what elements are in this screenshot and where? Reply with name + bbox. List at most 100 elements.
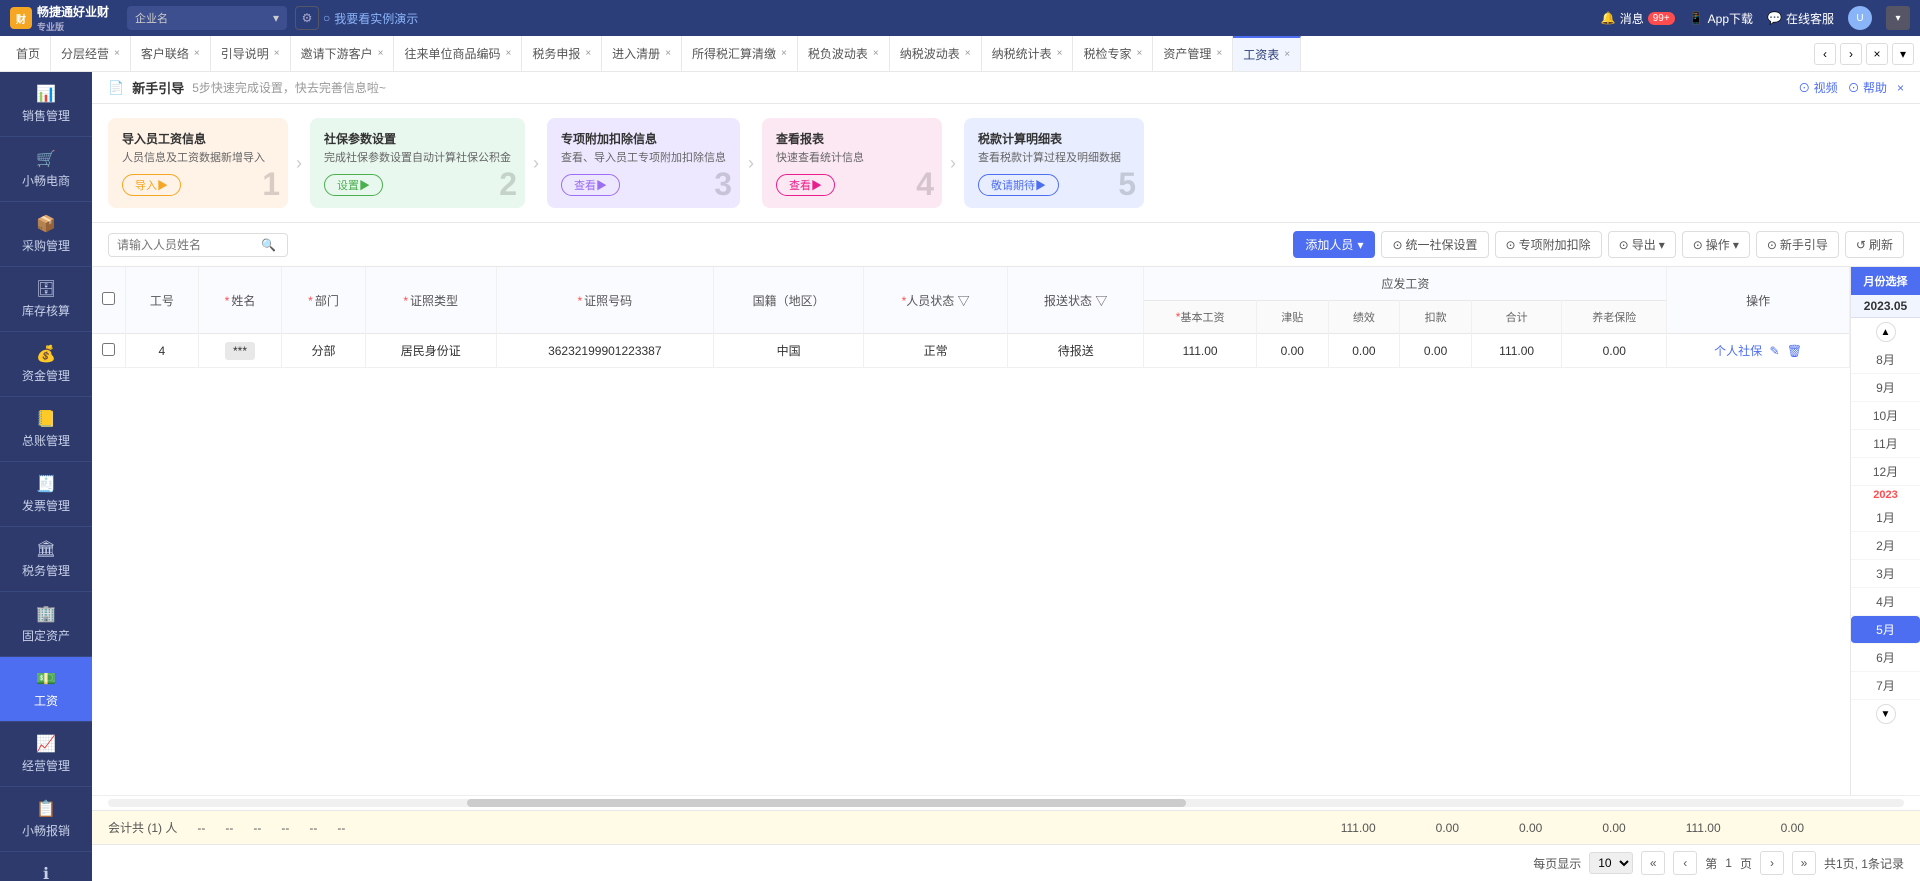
page-size-select[interactable]: 10 20 50 [1589,852,1633,874]
sidebar-item-purchase[interactable]: 📦 采购管理 [0,202,92,267]
social-insurance-btn[interactable]: ⊙ 统一社保设置 [1381,231,1488,258]
step-4-btn[interactable]: 查看▶ [776,174,835,196]
cell-id-type: 居民身份证 [365,334,496,368]
sidebar-item-finance[interactable]: 💰 资金管理 [0,332,92,397]
sidebar-item-salary[interactable]: 💵 工资 [0,657,92,722]
action-delete-icon[interactable]: 🗑 [1787,344,1802,358]
refresh-btn[interactable]: ↺ 刷新 [1845,231,1904,258]
step-3-title: 专项附加扣除信息 [561,130,726,147]
new-guide-btn[interactable]: ⊙ 新手引导 [1756,231,1839,258]
sales-icon: 📊 [6,84,86,104]
guide-help-btn[interactable]: ⊙ 帮助 [1848,79,1887,96]
main-layout: 📊 销售管理 🛒 小畅电商 📦 采购管理 🗄 库存核算 💰 资金管理 📒 总账管… [0,72,1920,881]
tab-next-btn[interactable]: › [1840,43,1862,65]
tab-13[interactable]: 资产管理× [1153,36,1233,72]
page-prev-btn[interactable]: ‹ [1673,851,1697,875]
add-person-btn[interactable]: 添加人员 ▾ [1293,231,1375,258]
guide-video-btn[interactable]: ⊙ 视频 [1798,79,1837,96]
sidebar-item-sales[interactable]: 📊 销售管理 [0,72,92,137]
sidebar-item-management[interactable]: 📈 经营管理 [0,722,92,787]
month-down-btn[interactable]: ▼ [1876,704,1896,724]
operations-btn[interactable]: ⊙ 操作 ▾ [1682,231,1750,258]
cell-work-id: 4 [126,334,199,368]
filter-icon-status[interactable]: ▽ [958,294,970,308]
tab-close-all-btn[interactable]: × [1866,43,1888,65]
tab-5[interactable]: 往来单位商品编码× [394,36,522,72]
demo-label: 我要看实例演示 [334,10,418,27]
sidebar-item-expense[interactable]: 📋 小畅报销 [0,787,92,852]
tab-7[interactable]: 进入清册× [602,36,682,72]
month-item-8[interactable]: 8月 [1851,346,1920,374]
month-item-3[interactable]: 3月 [1851,560,1920,588]
month-item-10[interactable]: 10月 [1851,402,1920,430]
month-item-6[interactable]: 6月 [1851,644,1920,672]
step-3-btn[interactable]: 查看▶ [561,174,620,196]
settings-icon[interactable]: ⚙ [295,6,319,30]
user-menu-btn[interactable]: ▾ [1886,6,1910,30]
page-first-btn[interactable]: « [1641,851,1665,875]
sidebar-item-tax[interactable]: 🏛 税务管理 [0,527,92,592]
sidebar-item-assets[interactable]: 🏢 固定资产 [0,592,92,657]
month-item-11[interactable]: 11月 [1851,430,1920,458]
online-service-btn[interactable]: 💬 在线客服 [1767,10,1834,27]
user-avatar[interactable]: U [1848,6,1872,30]
tab-more-btn[interactable]: ▾ [1892,43,1914,65]
ops-arrow: ▾ [1733,238,1739,252]
tab-1[interactable]: 分层经营× [51,36,131,72]
month-up-btn[interactable]: ▲ [1876,322,1896,342]
month-item-1[interactable]: 1月 [1851,504,1920,532]
month-item-9[interactable]: 9月 [1851,374,1920,402]
sidebar-item-invoice[interactable]: 🧾 发票管理 [0,462,92,527]
tab-prev-btn[interactable]: ‹ [1814,43,1836,65]
step-2-btn[interactable]: 设置▶ [324,174,383,196]
filter-icon-report[interactable]: ▽ [1095,294,1107,308]
action-social-btn[interactable]: 个人社保 [1714,344,1762,358]
tab-11[interactable]: 纳税统计表× [982,36,1074,72]
guide-close-btn[interactable]: × [1897,81,1904,95]
hscrollbar-thumb[interactable] [467,799,1185,807]
search-icon[interactable]: 🔍 [261,238,276,252]
month-item-12[interactable]: 12月 [1851,458,1920,486]
tab-2[interactable]: 客户联络× [131,36,211,72]
step-4-num: 4 [916,166,934,203]
tab-salary[interactable]: 工资表× [1233,36,1301,72]
page-next-btn[interactable]: › [1760,851,1784,875]
step-card-5: 税款计算明细表 查看税款计算过程及明细数据 敬请期待▶ 5 [964,118,1144,208]
month-item-5[interactable]: 5月 [1851,616,1920,644]
app-download-btn[interactable]: 📱 App下载 [1689,10,1753,27]
month-item-7[interactable]: 7月 [1851,672,1920,700]
message-btn[interactable]: 🔔 消息 99+ [1601,10,1675,27]
table-footer: 会计共 (1) 人 -- -- -- -- -- -- 111.00 0.00 … [92,810,1920,844]
sidebar-item-inventory[interactable]: 🗄 库存核算 [0,267,92,332]
export-btn[interactable]: ⊙ 导出 ▾ [1608,231,1676,258]
demo-link[interactable]: ○ 我要看实例演示 [323,10,418,27]
tab-4[interactable]: 邀请下游客户× [291,36,395,72]
month-item-2[interactable]: 2月 [1851,532,1920,560]
footer-dash-4: -- [281,821,289,835]
step-1-btn[interactable]: 导入▶ [122,174,181,196]
row-checkbox[interactable] [102,343,115,356]
page-last-btn[interactable]: » [1792,851,1816,875]
tabbar: 首页 分层经营× 客户联络× 引导说明× 邀请下游客户× 往来单位商品编码× 税… [0,36,1920,72]
tab-home[interactable]: 首页 [6,36,51,72]
search-input[interactable] [117,238,257,252]
select-all-checkbox[interactable] [102,292,115,305]
sidebar-label-sales: 销售管理 [6,107,86,124]
tab-6[interactable]: 税务申报× [522,36,602,72]
sidebar-item-basic[interactable]: ℹ 基础信息 [0,852,92,881]
sidebar-item-ecom[interactable]: 🛒 小畅电商 [0,137,92,202]
sidebar-item-ledger[interactable]: 📒 总账管理 [0,397,92,462]
footer-dash-5: -- [309,821,317,835]
tab-9[interactable]: 税负波动表× [798,36,890,72]
tab-3[interactable]: 引导说明× [211,36,291,72]
message-badge: 99+ [1648,12,1675,25]
hscrollbar[interactable] [108,799,1904,807]
tab-12[interactable]: 税检专家× [1073,36,1153,72]
tab-10[interactable]: 纳税波动表× [890,36,982,72]
special-deduction-btn[interactable]: ⊙ 专项附加扣除 [1495,231,1602,258]
action-edit-icon[interactable]: ✎ [1770,344,1780,358]
month-item-4[interactable]: 4月 [1851,588,1920,616]
company-selector[interactable]: 企业名 ▾ [127,6,287,30]
tab-8[interactable]: 所得税汇算清缴× [682,36,798,72]
th-report-status: 报送状态 ▽ [1008,267,1144,334]
